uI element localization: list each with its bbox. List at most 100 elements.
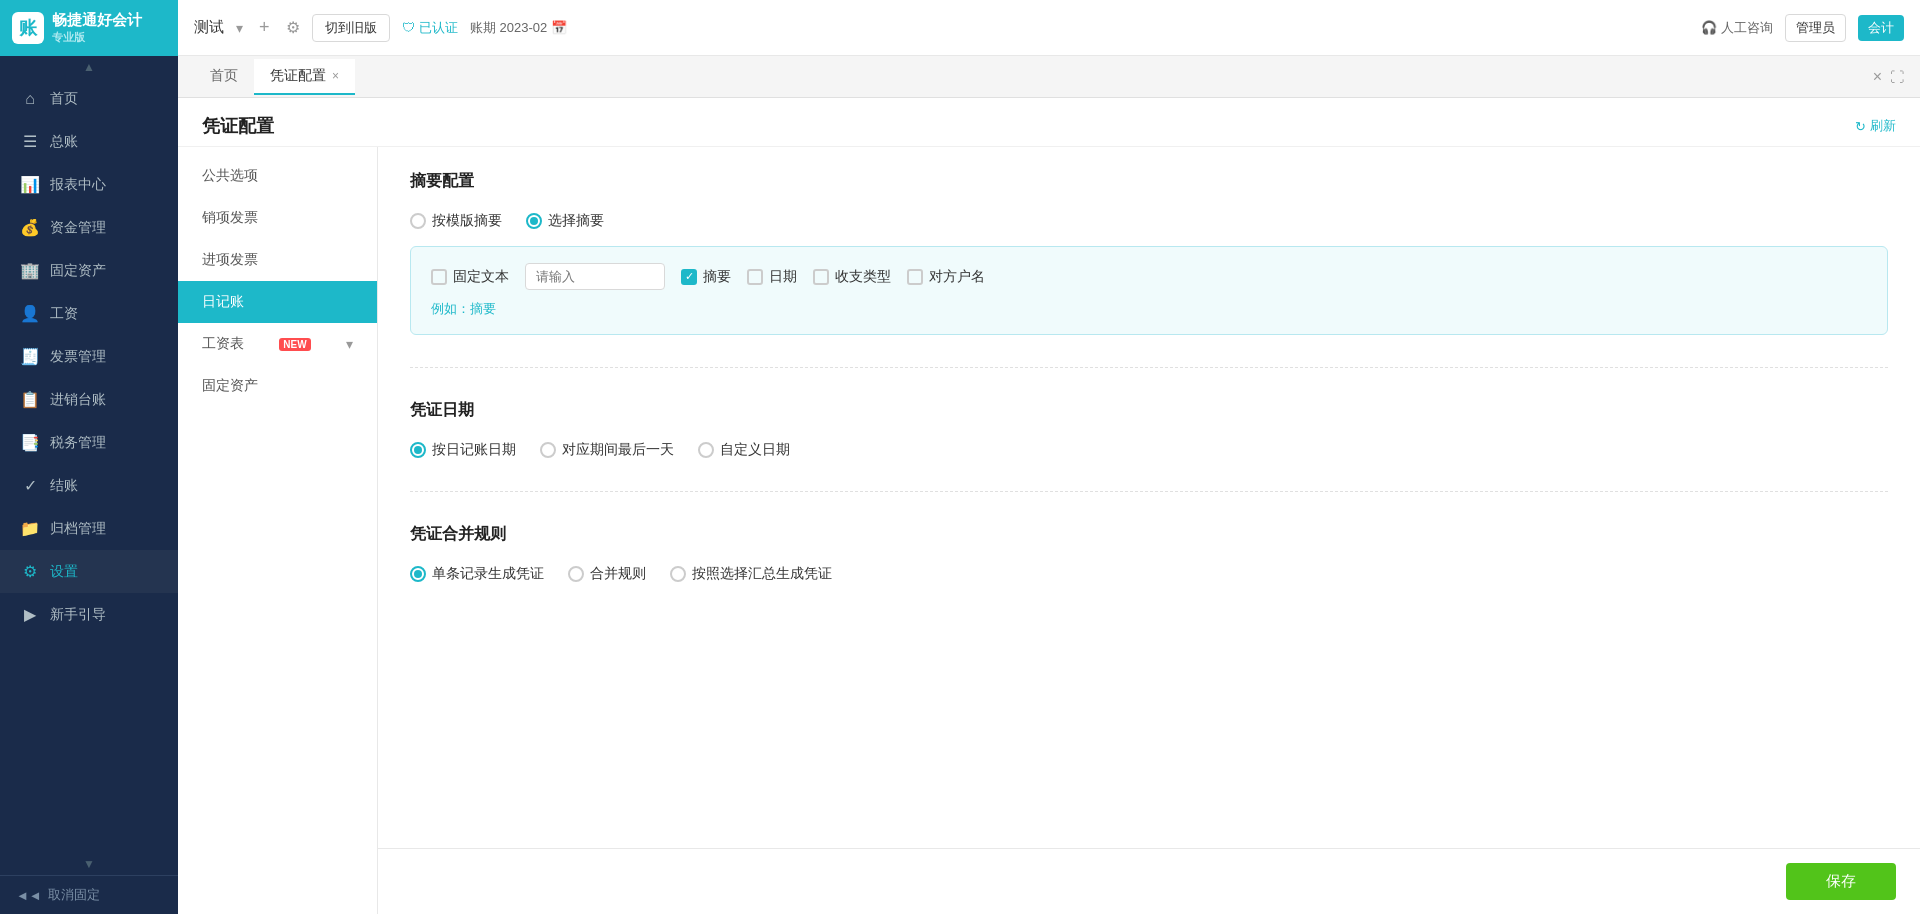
summary-label: 摘要 (703, 268, 731, 286)
sidebar-item-archive[interactable]: 📁 归档管理 (0, 507, 178, 550)
sidebar-item-payroll[interactable]: 👤 工资 (0, 292, 178, 335)
sidebar-nav: ⌂ 首页 ☰ 总账 📊 报表中心 💰 资金管理 🏢 固定资产 👤 工资 🧾 发票… (0, 78, 178, 853)
nav-item-diary[interactable]: 日记账 (178, 281, 377, 323)
logo-icon: 账 (12, 12, 44, 44)
shield-icon: 🛡 (402, 20, 415, 35)
refresh-icon: ↻ (1855, 119, 1866, 134)
period-display: 账期 2023-02 📅 (470, 19, 568, 37)
switch-old-btn[interactable]: 切到旧版 (312, 14, 390, 42)
date-checkbox (747, 269, 763, 285)
checkbox-fixed-text[interactable]: 固定文本 (431, 268, 509, 286)
summary-radio-group: 按模版摘要 选择摘要 (410, 212, 1888, 230)
merge-rule-circle (568, 566, 584, 582)
checkbox-counterpart[interactable]: 对方户名 (907, 268, 985, 286)
sidebar-item-label: 进销台账 (50, 391, 106, 409)
radio-single-record[interactable]: 单条记录生成凭证 (410, 565, 544, 583)
sidebar-item-home[interactable]: ⌂ 首页 (0, 78, 178, 120)
dropdown-icon[interactable]: ▾ (236, 20, 243, 36)
tab-close-icon[interactable]: × (332, 69, 339, 83)
cancel-fixed-btn[interactable]: ◄◄ 取消固定 (0, 875, 178, 914)
right-content: 摘要配置 按模版摘要 选择摘要 (378, 147, 1920, 848)
sidebar-item-funds[interactable]: 💰 资金管理 (0, 206, 178, 249)
radio-summary-generate[interactable]: 按照选择汇总生成凭证 (670, 565, 832, 583)
app-logo: 账 畅捷通好会计 专业版 (0, 0, 178, 56)
tab-voucher-config[interactable]: 凭证配置 × (254, 59, 355, 95)
payroll-table-row: 工资表 NEW ▾ (202, 335, 353, 353)
ledger-icon: ☰ (20, 132, 40, 151)
sidebar-item-assets[interactable]: 🏢 固定资产 (0, 249, 178, 292)
tab-home[interactable]: 首页 (194, 59, 254, 95)
archive-icon: 📁 (20, 519, 40, 538)
topbar-settings-icon[interactable]: ⚙ (286, 18, 300, 37)
tab-config-label: 凭证配置 (270, 67, 326, 85)
single-record-circle (410, 566, 426, 582)
calendar-icon[interactable]: 📅 (551, 20, 567, 35)
purchases-icon: 📋 (20, 390, 40, 409)
merge-rules-section: 凭证合并规则 单条记录生成凭证 合并规则 (410, 524, 1888, 615)
close-window-icon[interactable]: × (1873, 68, 1882, 86)
merge-rules-title: 凭证合并规则 (410, 524, 1888, 545)
sidebar-item-closing[interactable]: ✓ 结账 (0, 464, 178, 507)
add-btn[interactable]: + (255, 17, 274, 38)
custom-date-label: 自定义日期 (720, 441, 790, 459)
fixed-text-input[interactable] (525, 263, 665, 290)
checkbox-summary[interactable]: ✓ 摘要 (681, 268, 731, 286)
voucher-date-title: 凭证日期 (410, 400, 1888, 421)
logo-text-group: 畅捷通好会计 专业版 (52, 11, 142, 45)
radio-select-summary[interactable]: 选择摘要 (526, 212, 604, 230)
closing-icon: ✓ (20, 476, 40, 495)
nav-item-fixed-assets[interactable]: 固定资产 (178, 365, 377, 407)
income-type-label: 收支类型 (835, 268, 891, 286)
save-button[interactable]: 保存 (1786, 863, 1896, 900)
company-name: 测试 (194, 18, 224, 37)
invoice-icon: 🧾 (20, 347, 40, 366)
sidebar-item-guide[interactable]: ▶ 新手引导 (0, 593, 178, 636)
fixed-text-checkbox (431, 269, 447, 285)
refresh-btn[interactable]: ↻ 刷新 (1855, 117, 1896, 135)
nav-item-public[interactable]: 公共选项 (178, 155, 377, 197)
assets-icon: 🏢 (20, 261, 40, 280)
new-badge: NEW (279, 338, 310, 351)
summary-checkbox: ✓ (681, 269, 697, 285)
sidebar-item-reports[interactable]: 📊 报表中心 (0, 163, 178, 206)
sidebar-item-label: 首页 (50, 90, 78, 108)
left-nav: 公共选项 销项发票 进项发票 日记账 工资表 NEW ▾ (178, 147, 378, 914)
nav-label-purchase: 进项发票 (202, 251, 258, 267)
page-title: 凭证配置 (202, 114, 274, 138)
daily-date-label: 按日记账日期 (432, 441, 516, 459)
radio-last-day[interactable]: 对应期间最后一天 (540, 441, 674, 459)
checkbox-date[interactable]: 日期 (747, 268, 797, 286)
customer-service-btn[interactable]: 🎧 人工咨询 (1701, 19, 1773, 37)
voucher-date-radio-group: 按日记账日期 对应期间最后一天 自定义日期 (410, 441, 1888, 459)
expand-window-icon[interactable]: ⛶ (1890, 69, 1904, 85)
radio-merge-rule[interactable]: 合并规则 (568, 565, 646, 583)
summary-options-row: 固定文本 ✓ 摘要 日期 (431, 263, 1867, 290)
radio-custom-date[interactable]: 自定义日期 (698, 441, 790, 459)
nav-item-sales[interactable]: 销项发票 (178, 197, 377, 239)
radio-template-summary[interactable]: 按模版摘要 (410, 212, 502, 230)
radio-template-label: 按模版摘要 (432, 212, 502, 230)
funds-icon: 💰 (20, 218, 40, 237)
sidebar-scroll-up[interactable]: ▲ (0, 56, 178, 78)
admin-btn[interactable]: 管理员 (1785, 14, 1846, 42)
verified-label: 已认证 (419, 19, 458, 37)
expand-icon: ▾ (346, 336, 353, 352)
custom-date-circle (698, 442, 714, 458)
nav-label-public: 公共选项 (202, 167, 258, 183)
role-btn[interactable]: 会计 (1858, 15, 1904, 41)
nav-item-payroll-table[interactable]: 工资表 NEW ▾ (178, 323, 377, 365)
voucher-date-section: 凭证日期 按日记账日期 对应期间最后一天 (410, 400, 1888, 492)
example-text: 例如：摘要 (431, 300, 1867, 318)
sidebar-item-invoice[interactable]: 🧾 发票管理 (0, 335, 178, 378)
single-record-label: 单条记录生成凭证 (432, 565, 544, 583)
counterpart-label: 对方户名 (929, 268, 985, 286)
checkbox-income-type[interactable]: 收支类型 (813, 268, 891, 286)
sidebar-item-tax[interactable]: 📑 税务管理 (0, 421, 178, 464)
sidebar-item-settings[interactable]: ⚙ 设置 (0, 550, 178, 593)
sidebar-scroll-down[interactable]: ▼ (0, 853, 178, 875)
sidebar-item-ledger[interactable]: ☰ 总账 (0, 120, 178, 163)
radio-daily-date[interactable]: 按日记账日期 (410, 441, 516, 459)
sidebar-item-purchases[interactable]: 📋 进销台账 (0, 378, 178, 421)
radio-template-circle (410, 213, 426, 229)
nav-item-purchase[interactable]: 进项发票 (178, 239, 377, 281)
